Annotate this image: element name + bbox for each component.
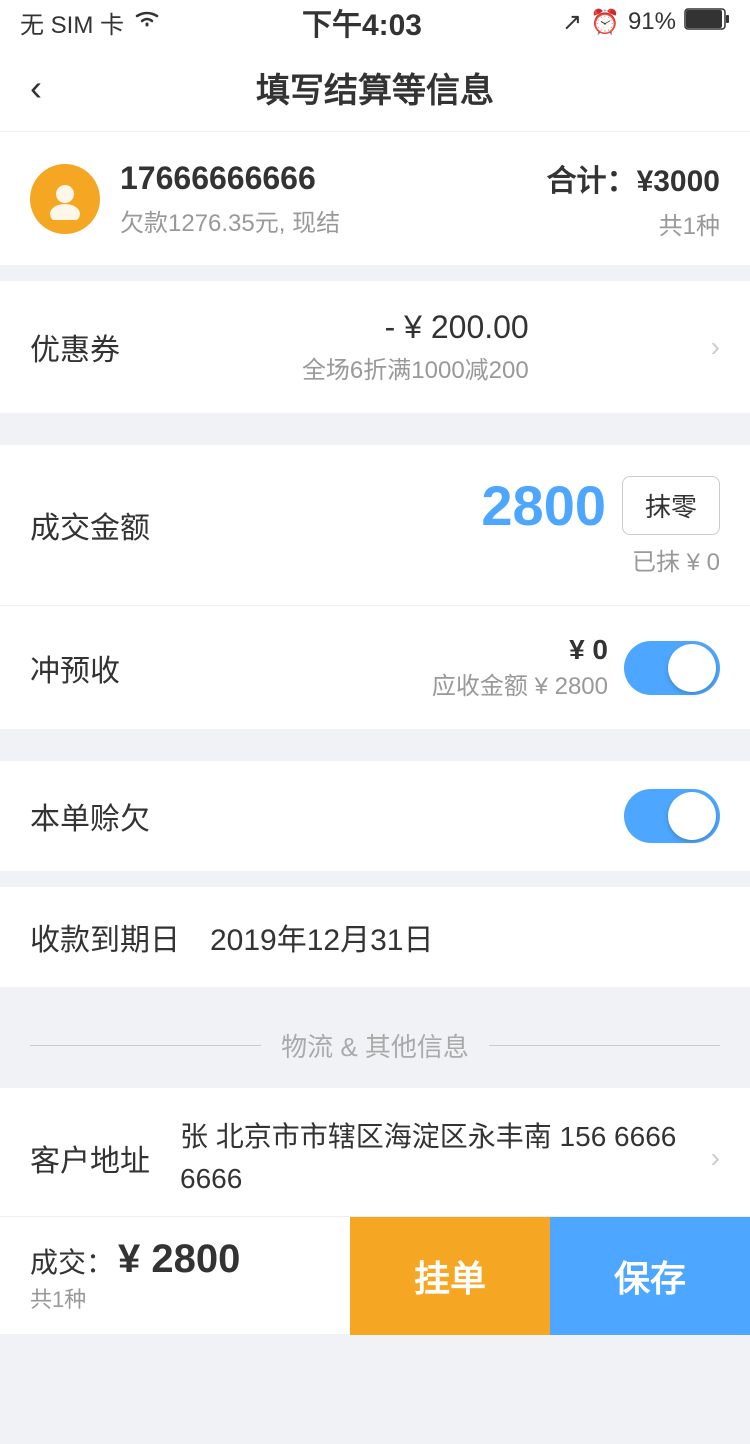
discount-right: - ¥ 200.00 全场6折满1000减200 <box>302 309 529 385</box>
precharge-toggle[interactable] <box>624 641 720 695</box>
customer-info-row: 17666666666 欠款1276.35元, 现结 合计：¥3000 共1种 <box>0 132 750 265</box>
transaction-row: 成交金额 2800 抹零 已抹 ¥ 0 <box>0 445 750 606</box>
transaction-label: 成交金额 <box>30 503 150 547</box>
divider-left <box>30 1045 261 1046</box>
section-divider: 物流 & 其他信息 <box>0 1003 750 1088</box>
transaction-section: 成交金额 2800 抹零 已抹 ¥ 0 冲预收 ¥ 0 应收金额 ¥ 2800 <box>0 445 750 729</box>
transaction-right: 2800 抹零 <box>481 473 720 538</box>
status-time: 下午4:03 <box>302 0 422 44</box>
discount-row[interactable]: 优惠券 - ¥ 200.00 全场6折满1000减200 › <box>0 281 750 413</box>
customer-total: 合计：¥3000 共1种 <box>547 156 720 241</box>
page-title: 填写结算等信息 <box>90 63 660 112</box>
customer-details: 17666666666 欠款1276.35元, 现结 <box>120 160 547 238</box>
discount-amount: - ¥ 200.00 <box>302 309 529 346</box>
status-right: ↗ ⏰ 91% <box>562 8 730 37</box>
transaction-amount: 2800 <box>481 473 606 538</box>
bottom-trade-sub: 共1种 <box>30 1282 320 1314</box>
total-sub: 共1种 <box>547 206 720 241</box>
deferred-label: 本单赊欠 <box>30 794 150 838</box>
precharge-sub: 应收金额 ¥ 2800 <box>432 666 608 701</box>
duedate-value: 2019年12月31日 <box>210 915 433 959</box>
address-chevron: › <box>711 1142 720 1174</box>
status-left: 无 SIM 卡 <box>20 5 162 40</box>
discount-desc: 全场6折满1000减200 <box>302 350 529 385</box>
deferred-row: 本单赊欠 <box>0 761 750 871</box>
discount-label: 优惠券 <box>30 325 120 369</box>
divider-right <box>489 1045 720 1046</box>
precharge-amount: ¥ 0 <box>432 634 608 666</box>
sim-status: 无 SIM 卡 <box>20 5 124 40</box>
alarm-icon: ⏰ <box>590 8 620 37</box>
total-amount: 合计：¥3000 <box>547 156 720 200</box>
avatar <box>30 164 100 234</box>
bottom-trade-amount: ¥ 2800 <box>118 1237 240 1282</box>
customer-subtext: 欠款1276.35元, 现结 <box>120 203 547 238</box>
customer-phone: 17666666666 <box>120 160 547 197</box>
battery-icon <box>684 8 730 37</box>
toggle-knob <box>668 644 716 692</box>
bottom-summary: 成交： ¥ 2800 共1种 <box>0 1237 350 1314</box>
deferred-toggle-knob <box>668 792 716 840</box>
precharge-right: ¥ 0 应收金额 ¥ 2800 <box>432 634 720 701</box>
bottom-trade-label: 成交： <box>30 1241 114 1281</box>
battery-percent: 91% <box>628 8 676 36</box>
bottom-trade-line: 成交： ¥ 2800 <box>30 1237 320 1282</box>
divider-text: 物流 & 其他信息 <box>281 1027 469 1064</box>
precharge-row: 冲预收 ¥ 0 应收金额 ¥ 2800 <box>0 606 750 729</box>
bottom-bar: 成交： ¥ 2800 共1种 挂单 保存 <box>0 1216 750 1334</box>
precharge-label: 冲预收 <box>30 646 120 690</box>
precharge-values: ¥ 0 应收金额 ¥ 2800 <box>432 634 608 701</box>
duedate-label: 收款到期日 <box>30 915 180 959</box>
wifi-icon <box>132 8 162 36</box>
back-button[interactable]: ‹ <box>30 67 90 109</box>
address-row[interactable]: 客户地址 张 北京市市辖区海淀区永丰南 156 6666 6666 › <box>0 1088 750 1228</box>
discount-chevron: › <box>711 331 720 363</box>
transaction-sub: 已抹 ¥ 0 <box>481 542 720 577</box>
nav-bar: ‹ 填写结算等信息 <box>0 44 750 132</box>
hang-button[interactable]: 挂单 <box>350 1217 550 1335</box>
deferred-toggle[interactable] <box>624 789 720 843</box>
address-label: 客户地址 <box>30 1136 150 1180</box>
round-button[interactable]: 抹零 <box>622 476 720 535</box>
status-bar: 无 SIM 卡 下午4:03 ↗ ⏰ 91% <box>0 0 750 44</box>
address-value: 张 北京市市辖区海淀区永丰南 156 6666 6666 <box>180 1116 711 1200</box>
save-button[interactable]: 保存 <box>550 1217 750 1335</box>
location-icon: ↗ <box>562 8 582 37</box>
duedate-row: 收款到期日 2019年12月31日 <box>0 887 750 987</box>
